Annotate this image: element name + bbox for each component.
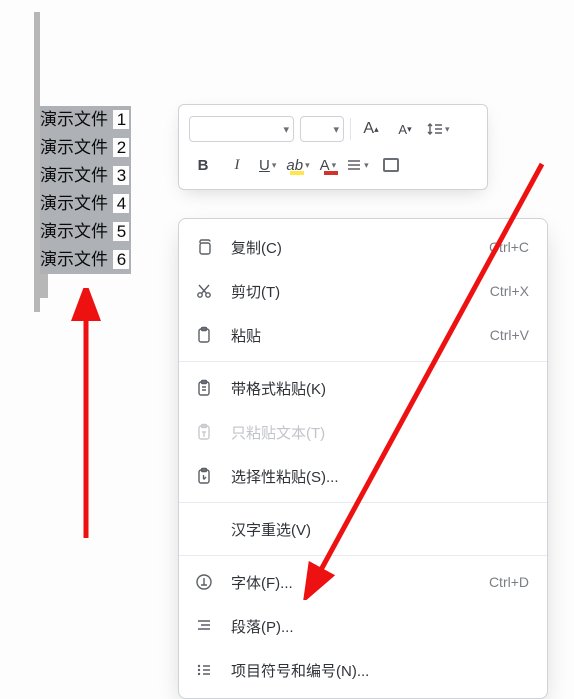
- mini-toolbar: ▾ ▾ A▴ A▾ ▾ B I U▾ ab ▾ A ▾: [178, 104, 488, 190]
- chevron-down-icon: ▾: [332, 160, 337, 171]
- copy-icon: [193, 236, 215, 258]
- annotation-arrow-up: [66, 288, 106, 548]
- highlight-color-swatch: [290, 171, 304, 175]
- menu-item-font[interactable]: 字体(F)... Ctrl+D: [179, 560, 547, 604]
- paragraph-icon: [193, 615, 215, 637]
- italic-button[interactable]: I: [223, 152, 251, 178]
- decrease-font-button[interactable]: A▾: [391, 116, 419, 142]
- selected-line: 演示文件 4: [40, 190, 131, 218]
- chevron-down-icon: ▾: [283, 123, 289, 136]
- font-combo[interactable]: ▾: [189, 116, 294, 142]
- borders-button[interactable]: [377, 152, 405, 178]
- font-color-button[interactable]: A ▾: [318, 152, 339, 178]
- menu-separator: [179, 361, 547, 362]
- paste-text-icon: [193, 421, 215, 443]
- menu-item-paste-special[interactable]: 选择性粘贴(S)...: [179, 454, 547, 498]
- cut-icon: [193, 280, 215, 302]
- menu-item-paste[interactable]: 粘贴 Ctrl+V: [179, 313, 547, 357]
- font-size-combo[interactable]: ▾: [300, 116, 344, 142]
- separator: [350, 118, 351, 140]
- chevron-down-icon: ▾: [333, 123, 339, 136]
- selected-line: 演示文件 5: [40, 218, 131, 246]
- document-selection: 演示文件 1 演示文件 2 演示文件 3 演示文件 4 演示文件 5 演示文件 …: [40, 12, 131, 298]
- list-icon: [193, 659, 215, 681]
- selected-line: 演示文件 1: [40, 106, 131, 134]
- context-menu: 复制(C) Ctrl+C 剪切(T) Ctrl+X 粘贴 Ctrl+V 带格式粘…: [178, 218, 548, 699]
- font-color-swatch: [324, 171, 338, 175]
- font-icon: [193, 571, 215, 593]
- menu-item-reconvert[interactable]: 汉字重选(V): [179, 507, 547, 551]
- menu-item-copy[interactable]: 复制(C) Ctrl+C: [179, 225, 547, 269]
- chevron-down-icon: ▾: [364, 160, 369, 171]
- align-icon: [346, 158, 362, 172]
- selected-lines[interactable]: 演示文件 1 演示文件 2 演示文件 3 演示文件 4 演示文件 5 演示文件 …: [40, 106, 131, 298]
- selected-line: 演示文件 2: [40, 134, 131, 162]
- menu-item-paste-text-only: 只粘贴文本(T): [179, 410, 547, 454]
- paragraph-align-button[interactable]: ▾: [344, 152, 371, 178]
- menu-item-paragraph[interactable]: 段落(P)...: [179, 604, 547, 648]
- paste-special-icon: [193, 465, 215, 487]
- menu-item-paste-formatted[interactable]: 带格式粘贴(K): [179, 366, 547, 410]
- bold-button[interactable]: B: [189, 152, 217, 178]
- selected-line: 演示文件 3: [40, 162, 131, 190]
- paste-icon: [193, 324, 215, 346]
- menu-separator: [179, 555, 547, 556]
- selection-tail: [40, 274, 48, 298]
- chevron-down-icon: ▾: [445, 124, 450, 135]
- chevron-down-icon: ▾: [272, 160, 277, 171]
- menu-item-cut[interactable]: 剪切(T) Ctrl+X: [179, 269, 547, 313]
- paste-formatted-icon: [193, 377, 215, 399]
- increase-font-button[interactable]: A▴: [357, 116, 385, 142]
- menu-separator: [179, 502, 547, 503]
- selected-line: 演示文件 6: [40, 246, 131, 274]
- underline-button[interactable]: U▾: [257, 152, 278, 178]
- line-spacing-button[interactable]: ▾: [425, 116, 452, 142]
- menu-item-bullets-numbering[interactable]: 项目符号和编号(N)...: [179, 648, 547, 692]
- borders-icon: [383, 158, 399, 172]
- chevron-down-icon: ▾: [305, 160, 310, 171]
- highlight-button[interactable]: ab ▾: [284, 152, 311, 178]
- margin-guide: [34, 12, 40, 312]
- line-spacing-icon: [427, 121, 443, 137]
